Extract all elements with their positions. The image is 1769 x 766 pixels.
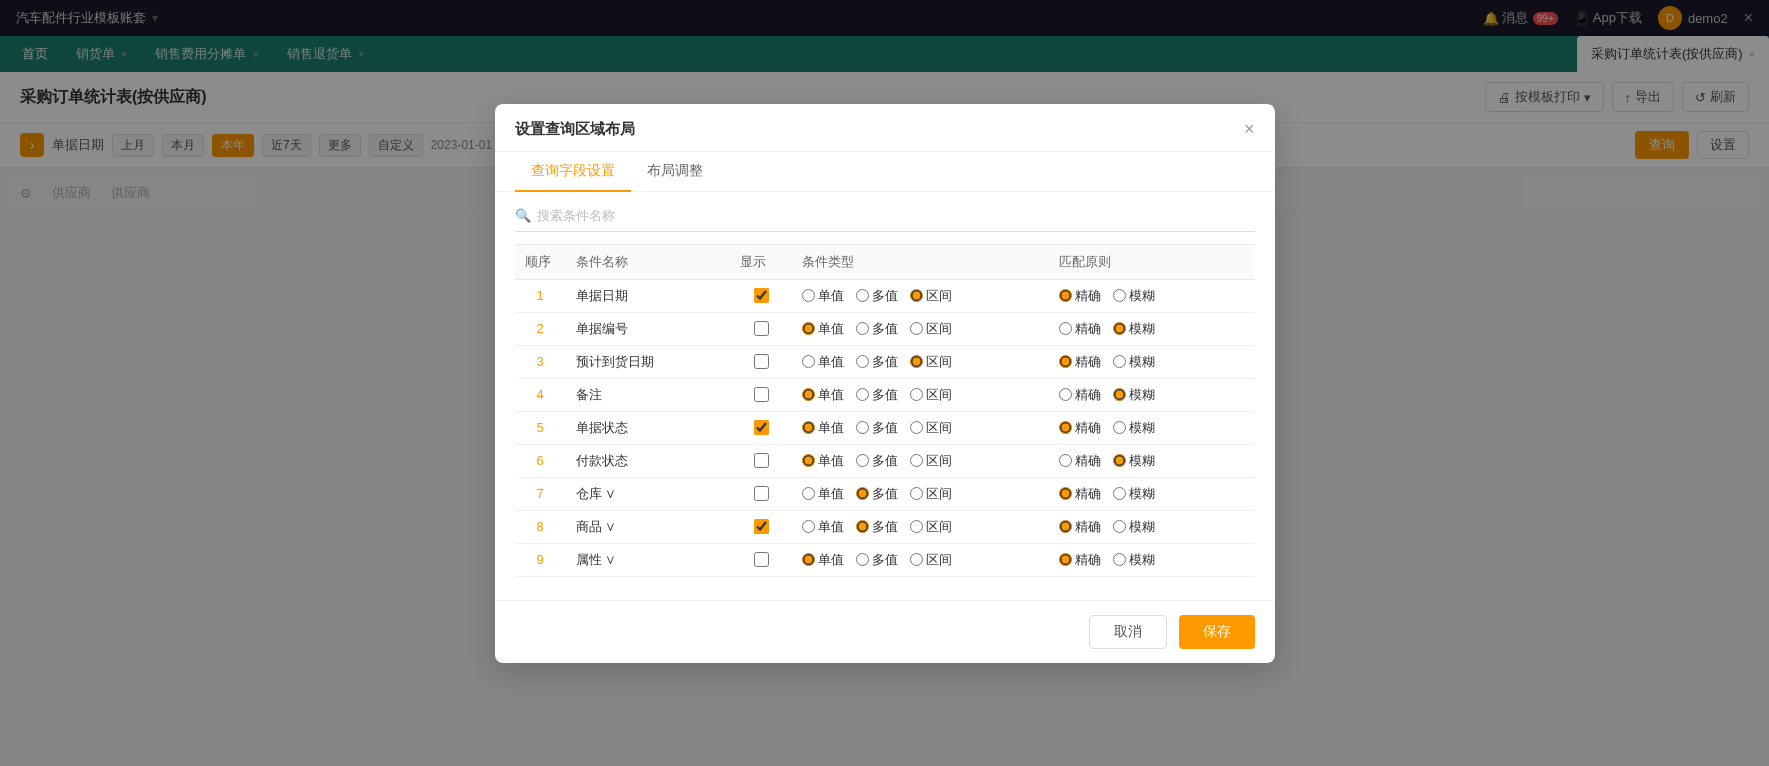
modal-header: 设置查询区域布局 ×	[495, 104, 1275, 152]
modal-overlay: 设置查询区域布局 × 查询字段设置 布局调整 🔍	[0, 0, 1769, 219]
tab-layout-adjust[interactable]: 布局调整	[631, 152, 719, 192]
modal-title: 设置查询区域布局	[515, 120, 635, 139]
search-input[interactable]	[537, 208, 737, 220]
tab-query-fields[interactable]: 查询字段设置	[515, 152, 631, 192]
search-icon: 🔍	[515, 208, 531, 220]
modal-search: 🔍	[515, 208, 1255, 220]
modal-dialog: 设置查询区域布局 × 查询字段设置 布局调整 🔍	[495, 104, 1275, 220]
modal-body: 🔍 顺序 条件名称 显示 条件类型 匹配原则	[495, 192, 1275, 220]
modal-close-button[interactable]: ×	[1244, 120, 1255, 138]
modal-tabs: 查询字段设置 布局调整	[495, 152, 1275, 192]
